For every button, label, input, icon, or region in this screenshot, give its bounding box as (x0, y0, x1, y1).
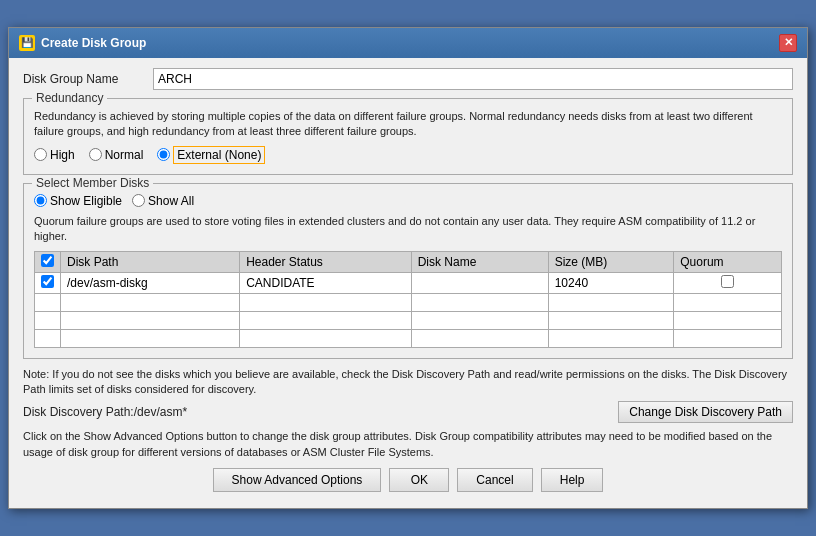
redundancy-description: Redundancy is achieved by storing multip… (34, 109, 782, 140)
redundancy-external-label: External (None) (173, 146, 265, 164)
discovery-path-row: Disk Discovery Path:/dev/asm* Change Dis… (23, 401, 793, 423)
title-bar-left: 💾 Create Disk Group (19, 35, 146, 51)
row-quorum-checkbox[interactable] (721, 275, 734, 288)
show-advanced-options-button[interactable]: Show Advanced Options (213, 468, 382, 492)
empty-row-1 (35, 293, 782, 311)
dialog-body: Disk Group Name Redundancy Redundancy is… (9, 58, 807, 508)
advanced-note: Click on the Show Advanced Options butto… (23, 429, 793, 460)
col-header-status: Header Status (240, 251, 412, 272)
close-button[interactable]: ✕ (779, 34, 797, 52)
dialog-title: Create Disk Group (41, 36, 146, 50)
empty-row-2 (35, 311, 782, 329)
redundancy-group: Redundancy Redundancy is achieved by sto… (23, 98, 793, 175)
redundancy-options: High Normal External (None) (34, 146, 782, 164)
row-disk-name (411, 272, 548, 293)
empty-row-3 (35, 329, 782, 347)
table-row: /dev/asm-diskg CANDIDATE 10240 (35, 272, 782, 293)
row-checkbox-cell (35, 272, 61, 293)
change-disk-discovery-button[interactable]: Change Disk Discovery Path (618, 401, 793, 423)
col-size-mb: Size (MB) (548, 251, 674, 272)
dialog-icon: 💾 (19, 35, 35, 51)
ok-button[interactable]: OK (389, 468, 449, 492)
row-disk-path: /dev/asm-diskg (61, 272, 240, 293)
cancel-button[interactable]: Cancel (457, 468, 532, 492)
disk-group-name-input[interactable] (153, 68, 793, 90)
disk-group-name-row: Disk Group Name (23, 68, 793, 90)
row-size-mb: 10240 (548, 272, 674, 293)
row-quorum-cell (674, 272, 782, 293)
row-checkbox[interactable] (41, 275, 54, 288)
bottom-buttons: Show Advanced Options OK Cancel Help (23, 468, 793, 498)
col-disk-path: Disk Path (61, 251, 240, 272)
note-text: Note: If you do not see the disks which … (23, 367, 793, 398)
show-eligible-option[interactable]: Show Eligible (34, 194, 122, 208)
redundancy-high[interactable]: High (34, 148, 75, 162)
redundancy-title: Redundancy (32, 91, 107, 105)
disk-group-name-label: Disk Group Name (23, 72, 153, 86)
member-disks-group: Select Member Disks Show Eligible Show A… (23, 183, 793, 359)
show-all-option[interactable]: Show All (132, 194, 194, 208)
discovery-path-label: Disk Discovery Path:/dev/asm* (23, 405, 187, 419)
table-header-row: Disk Path Header Status Disk Name Size (… (35, 251, 782, 272)
title-bar: 💾 Create Disk Group ✕ (9, 28, 807, 58)
redundancy-external[interactable]: External (None) (157, 146, 265, 164)
quorum-note: Quorum failure groups are used to store … (34, 214, 782, 245)
row-header-status: CANDIDATE (240, 272, 412, 293)
col-disk-name: Disk Name (411, 251, 548, 272)
create-disk-group-dialog: 💾 Create Disk Group ✕ Disk Group Name Re… (8, 27, 808, 509)
disk-table: Disk Path Header Status Disk Name Size (… (34, 251, 782, 348)
help-button[interactable]: Help (541, 468, 604, 492)
col-quorum: Quorum (674, 251, 782, 272)
col-checkbox (35, 251, 61, 272)
select-all-checkbox[interactable] (41, 254, 54, 267)
show-options-row: Show Eligible Show All (34, 194, 782, 208)
redundancy-normal[interactable]: Normal (89, 148, 144, 162)
member-disks-title: Select Member Disks (32, 176, 153, 190)
